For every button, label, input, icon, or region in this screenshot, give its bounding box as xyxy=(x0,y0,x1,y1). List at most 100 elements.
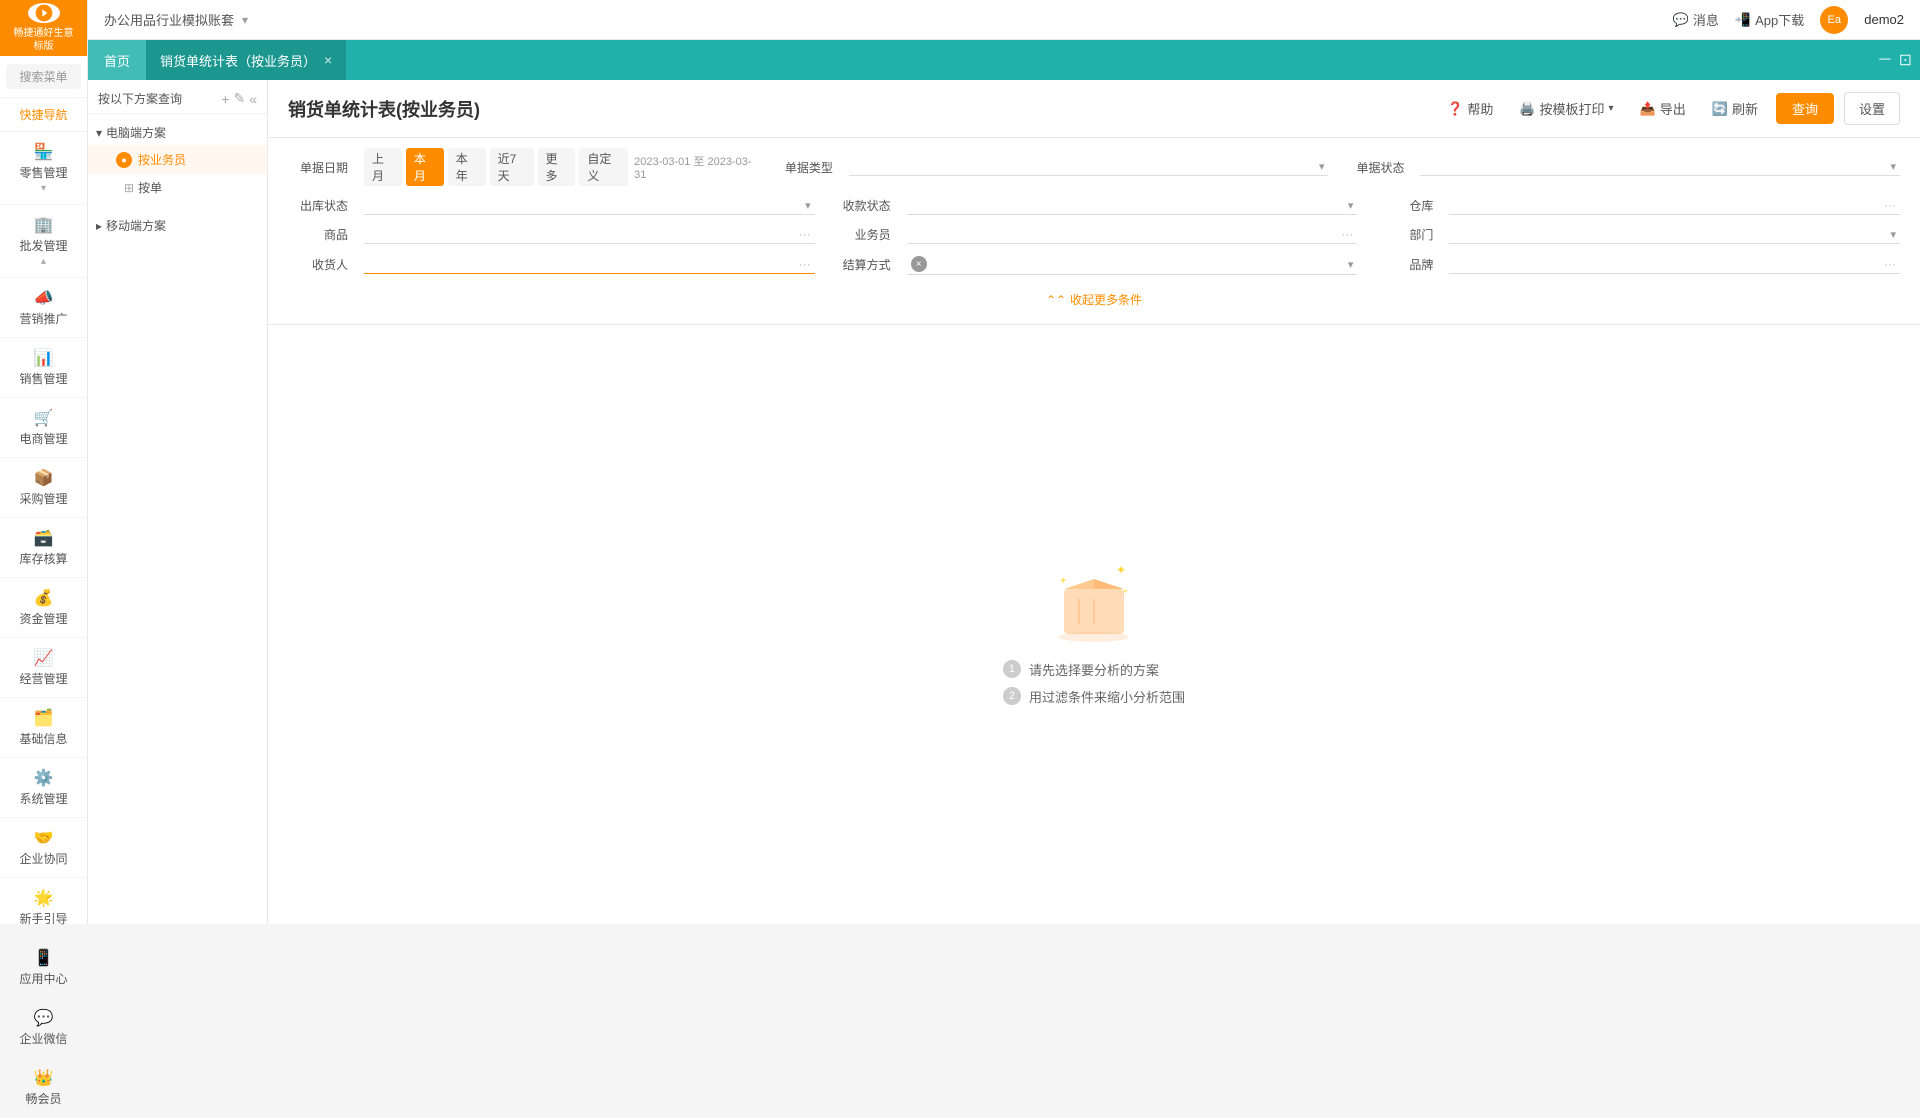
sidebar-search-area[interactable]: 搜索菜单 xyxy=(0,56,87,98)
date-filter: 上月 本月 本年 近7天 更多 自定义 2023-03-01 至 2023-03… xyxy=(364,148,757,186)
export-button[interactable]: 📤 导出 xyxy=(1632,95,1694,122)
content-area: 按以下方案查询 + ✎ « ▾ 电脑端方案 ● 按业务员 ⊞ 按单 xyxy=(88,80,1920,924)
date-tab-this-year[interactable]: 本年 xyxy=(448,148,486,186)
username: demo2 xyxy=(1864,12,1904,27)
quick-nav-item[interactable]: 快捷导航 xyxy=(0,98,87,132)
status-filter-chevron[interactable]: ▾ xyxy=(1890,160,1896,173)
scheme-item-salesman[interactable]: ● 按业务员 xyxy=(88,145,267,174)
sidebar-item-basic[interactable]: 🗂️ 基础信息 xyxy=(0,698,87,758)
sidebar-item-retail[interactable]: 🏪 零售管理 ▾ xyxy=(0,132,87,205)
sidebar-item-marketing[interactable]: 📣 营销推广 xyxy=(0,278,87,338)
scheme-item-salesman-label: 按业务员 xyxy=(138,151,186,168)
type-filter-chevron[interactable]: ▾ xyxy=(1319,160,1325,173)
scheme-group-mobile-toggle[interactable]: ▸ 移动端方案 xyxy=(88,213,267,238)
warehouse-dots[interactable]: ··· xyxy=(1884,198,1896,212)
topbar-dropdown-icon[interactable]: ▾ xyxy=(242,13,248,27)
left-panel-actions: + ✎ « xyxy=(221,90,257,107)
empty-hint-1-text: 请先选择要分析的方案 xyxy=(1029,660,1159,679)
sidebar-item-wechat[interactable]: 💬 企业微信 xyxy=(0,998,87,1058)
brand-dots[interactable]: ··· xyxy=(1884,257,1896,271)
goods-dots[interactable]: ··· xyxy=(799,227,811,241)
salesman-control[interactable]: ··· xyxy=(907,225,1358,244)
settlement-control[interactable]: × ▾ xyxy=(907,254,1358,275)
main-content: ✦ ✦ ✦ 1 请先选择要分析的方案 2 xyxy=(268,325,1920,924)
tab-restore-button[interactable]: ⊡ xyxy=(1899,50,1912,70)
refresh-icon: 🔄 xyxy=(1712,101,1728,117)
warehouse-control[interactable]: ··· xyxy=(1449,196,1900,215)
topbar-left: 办公用品行业模拟账套 ▾ xyxy=(104,10,248,29)
receiver-dots[interactable]: ··· xyxy=(799,257,811,271)
svg-text:✦: ✦ xyxy=(1122,587,1129,596)
warehouse-label: 仓库 xyxy=(1373,197,1433,214)
scheme-sub-item-order[interactable]: ⊞ 按单 xyxy=(88,174,267,201)
receiver-label: 收货人 xyxy=(288,256,348,273)
out-status-chevron[interactable]: ▾ xyxy=(805,199,811,212)
sidebar-item-system[interactable]: ⚙️ 系统管理 xyxy=(0,758,87,818)
export-icon: 📤 xyxy=(1640,101,1656,117)
chevron-right-icon: ▸ xyxy=(96,219,102,233)
goods-label: 商品 xyxy=(288,226,348,243)
hint-number-1: 1 xyxy=(1003,660,1021,678)
empty-state: ✦ ✦ ✦ 1 请先选择要分析的方案 2 xyxy=(1003,544,1185,706)
out-status-control[interactable]: ▾ xyxy=(364,197,815,215)
sidebar-item-sales[interactable]: 📊 销售管理 xyxy=(0,338,87,398)
settlement-label: 结算方式 xyxy=(831,256,891,273)
collapse-more-conditions-button[interactable]: ⌃⌃ 收起更多条件 xyxy=(288,285,1900,314)
tab-home[interactable]: 首页 xyxy=(88,40,146,80)
sidebar-item-operations-label: 经营管理 xyxy=(19,670,67,687)
goods-control[interactable]: ··· xyxy=(364,225,815,244)
topbar-right: 💬 消息 📲 App下载 Ea demo2 xyxy=(1673,6,1904,34)
receiver-control[interactable]: ··· xyxy=(364,255,815,274)
sidebar-item-ecommerce[interactable]: 🛒 电商管理 xyxy=(0,398,87,458)
system-icon: ⚙️ xyxy=(34,768,54,788)
sidebar-item-cooperation[interactable]: 🤝 企业协同 xyxy=(0,818,87,878)
sidebar-item-operations[interactable]: 📈 经营管理 xyxy=(0,638,87,698)
edit-scheme-button[interactable]: ✎ xyxy=(233,90,245,107)
date-tab-custom[interactable]: 自定义 xyxy=(579,148,628,186)
department-control[interactable]: ▾ xyxy=(1449,226,1900,244)
settlement-clear-button[interactable]: × xyxy=(911,256,927,272)
sidebar-item-newbie[interactable]: 🌟 新手引导 xyxy=(0,878,87,938)
collapse-panel-button[interactable]: « xyxy=(249,91,257,107)
refresh-button[interactable]: 🔄 刷新 xyxy=(1704,95,1766,122)
help-button[interactable]: ❓ 帮助 xyxy=(1439,95,1501,122)
type-filter-control[interactable]: ▾ xyxy=(849,158,1329,176)
search-input-placeholder[interactable]: 搜索菜单 xyxy=(6,64,81,89)
sidebar-item-vip[interactable]: 👑 畅会员 xyxy=(0,1058,87,1118)
sidebar-item-appcenter[interactable]: 📱 应用中心 xyxy=(0,938,87,998)
date-tab-more[interactable]: 更多 xyxy=(538,148,576,186)
print-button[interactable]: 🖨️ 按模板打印 ▾ xyxy=(1511,95,1621,122)
sidebar-item-finance[interactable]: 💰 资金管理 xyxy=(0,578,87,638)
sidebar-item-wholesale[interactable]: 🏢 批发管理 ▴ xyxy=(0,205,87,278)
department-chevron[interactable]: ▾ xyxy=(1890,228,1896,241)
message-action[interactable]: 💬 消息 xyxy=(1673,10,1719,29)
filter-row-3: 商品 ··· 业务员 ··· 部门 ▾ xyxy=(288,225,1900,244)
scheme-group-desktop-toggle[interactable]: ▾ 电脑端方案 xyxy=(88,120,267,145)
tab-pin-button[interactable]: ─ xyxy=(1879,51,1890,69)
main-area: 办公用品行业模拟账套 ▾ 💬 消息 📲 App下载 Ea demo2 首页 销货… xyxy=(88,0,1920,924)
add-scheme-button[interactable]: + xyxy=(221,91,229,107)
date-tabs: 上月 本月 本年 近7天 更多 自定义 xyxy=(364,148,628,186)
sidebar-item-cooperation-label: 企业协同 xyxy=(19,850,67,867)
sidebar-item-purchase[interactable]: 📦 采购管理 xyxy=(0,458,87,518)
query-button[interactable]: 查询 xyxy=(1776,93,1834,124)
app-download-action[interactable]: 📲 App下载 xyxy=(1735,10,1804,29)
pay-status-control[interactable]: ▾ xyxy=(907,197,1358,215)
date-tab-7days[interactable]: 近7天 xyxy=(490,148,534,186)
settlement-chevron[interactable]: ▾ xyxy=(1348,258,1354,271)
tab-close-button[interactable]: × xyxy=(324,52,332,68)
sidebar-item-inventory[interactable]: 🗃️ 库存核算 xyxy=(0,518,87,578)
brand-control[interactable]: ··· xyxy=(1449,255,1900,274)
settings-button[interactable]: 设置 xyxy=(1844,92,1900,125)
pay-status-chevron[interactable]: ▾ xyxy=(1348,199,1354,212)
ecommerce-icon: 🛒 xyxy=(34,408,54,428)
salesman-dots[interactable]: ··· xyxy=(1341,227,1353,241)
status-filter-control[interactable]: ▾ xyxy=(1420,158,1900,176)
date-tab-this-month[interactable]: 本月 xyxy=(406,148,444,186)
collapse-label: 收起更多条件 xyxy=(1070,291,1142,308)
print-label: 按模板打印 xyxy=(1540,99,1605,118)
scheme-active-icon: ● xyxy=(116,152,132,168)
date-tab-last-month[interactable]: 上月 xyxy=(364,148,402,186)
tab-active[interactable]: 销货单统计表（按业务员） × xyxy=(146,40,346,80)
empty-illustration: ✦ ✦ ✦ xyxy=(1044,544,1144,644)
